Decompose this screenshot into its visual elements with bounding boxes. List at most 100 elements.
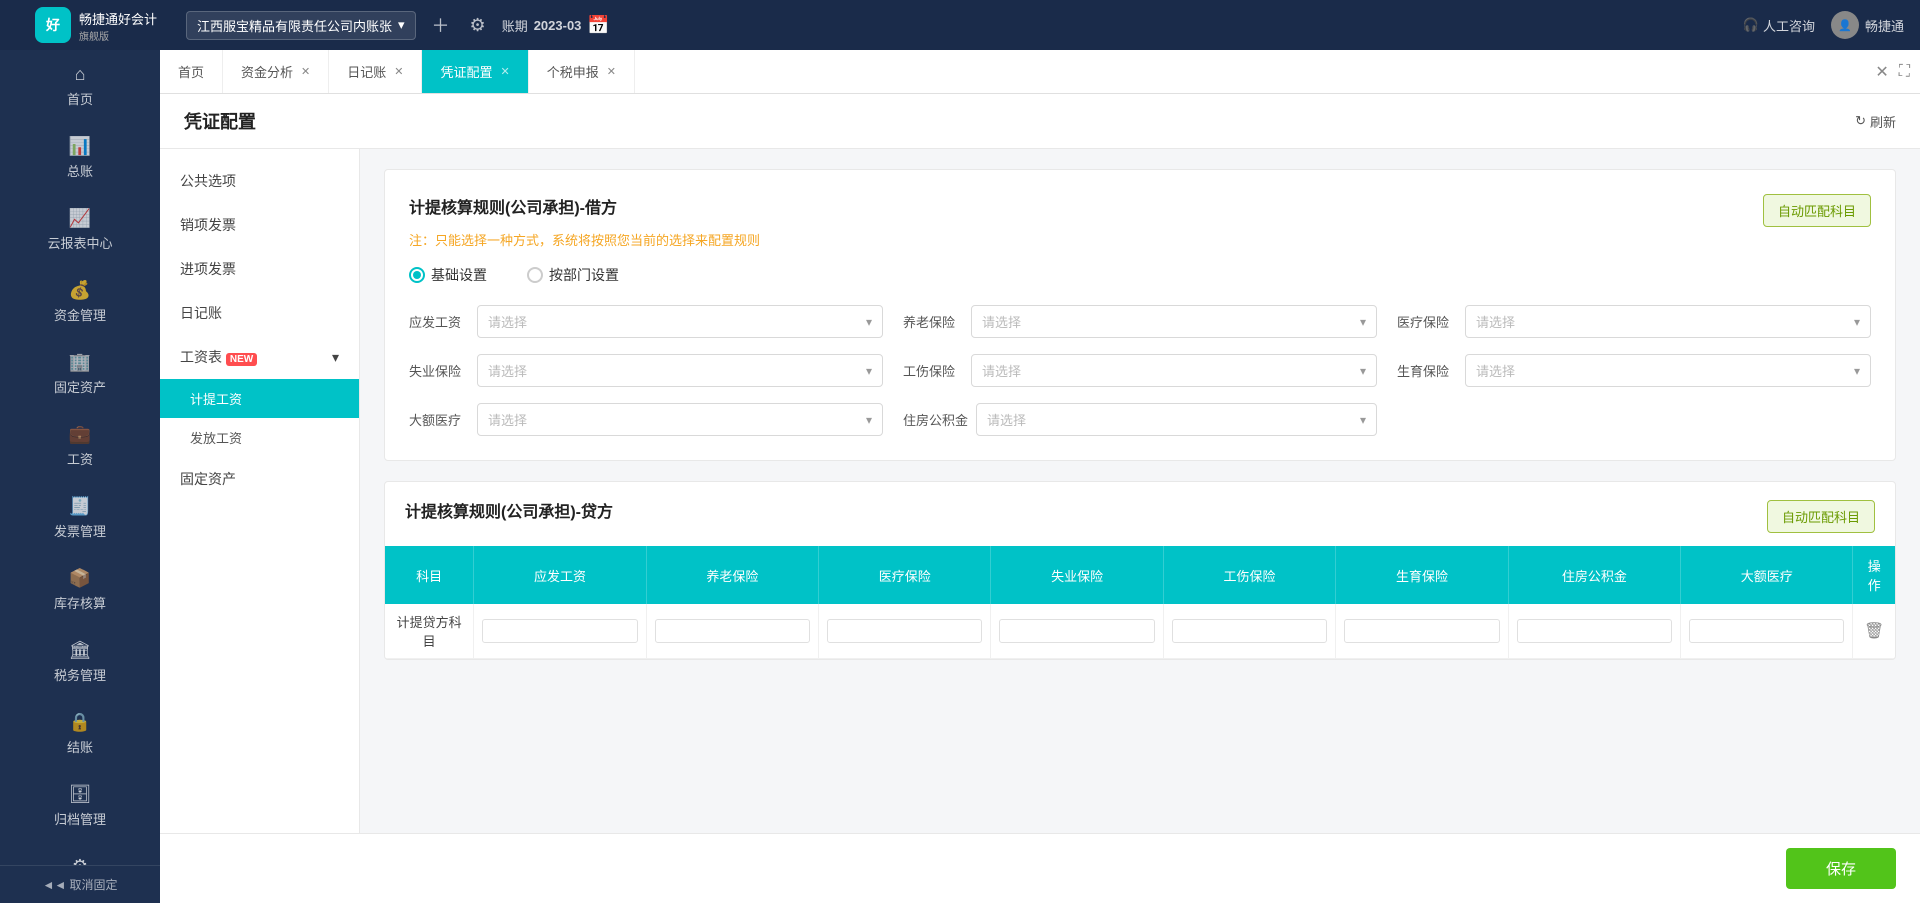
cell-pension[interactable] xyxy=(646,604,818,659)
tab-voucher[interactable]: 凭证配置 ✕ xyxy=(422,50,528,93)
sidebar-item-ledger[interactable]: 📊 总账 xyxy=(0,122,160,194)
collapse-sidebar-button[interactable]: ◄◄ 取消固定 xyxy=(0,865,160,903)
tab-fund-close[interactable]: ✕ xyxy=(301,65,310,78)
cell-maternity[interactable] xyxy=(1336,604,1508,659)
input-salary[interactable] xyxy=(482,619,637,643)
cell-action[interactable]: 🗑 xyxy=(1853,604,1895,659)
content-body: 公共选项 销项发票 进项发票 日记账 工资表 NEW ▾ xyxy=(160,149,1920,833)
field-unemployment: 失业保险 请选择 ▾ xyxy=(409,354,883,387)
save-button[interactable]: 保存 xyxy=(1786,848,1896,889)
tab-fund[interactable]: 资金分析 ✕ xyxy=(223,50,329,93)
radio-dept[interactable]: 按部门设置 xyxy=(527,265,619,285)
cell-salary[interactable] xyxy=(474,604,646,659)
user-area[interactable]: 👤 畅捷通 xyxy=(1831,11,1904,39)
nav-item-public[interactable]: 公共选项 xyxy=(160,159,359,203)
chevron-down-icon: ▾ xyxy=(1360,315,1366,329)
close-all-tabs-button[interactable]: ✕ xyxy=(1875,62,1888,82)
field-salary: 应发工资 请选择 ▾ xyxy=(409,305,883,338)
cell-work-injury[interactable] xyxy=(1163,604,1335,659)
sidebar-item-closing[interactable]: 🔒 结账 xyxy=(0,698,160,770)
calendar-icon[interactable]: 📅 xyxy=(587,15,609,36)
tab-home[interactable]: 首页 xyxy=(160,50,223,93)
tab-tax[interactable]: 个税申报 ✕ xyxy=(529,50,635,93)
field-work-injury-select[interactable]: 请选择 ▾ xyxy=(971,354,1377,387)
company-select[interactable]: 江西服宝精品有限责任公司内账张 ▾ xyxy=(186,11,416,40)
field-salary-label: 应发工资 xyxy=(409,312,469,331)
input-maternity[interactable] xyxy=(1344,619,1499,643)
content-area: 凭证配置 ↻ 刷新 公共选项 销项发票 进项发票 xyxy=(160,94,1920,903)
sidebar-item-salary[interactable]: 💼 工资 xyxy=(0,410,160,482)
sidebar-item-inventory[interactable]: 📦 库存核算 xyxy=(0,554,160,626)
cell-medical[interactable] xyxy=(819,604,991,659)
field-work-injury-label: 工伤保险 xyxy=(903,361,963,380)
nav-item-pay-salary[interactable]: 发放工资 xyxy=(160,418,359,457)
field-maternity-select[interactable]: 请选择 ▾ xyxy=(1465,354,1871,387)
debit-auto-match-button[interactable]: 自动匹配科目 xyxy=(1763,194,1871,227)
expand-tab-button[interactable]: ⛶ xyxy=(1899,63,1910,81)
field-medical: 医疗保险 请选择 ▾ xyxy=(1397,305,1871,338)
tab-journal[interactable]: 日记账 ✕ xyxy=(329,50,422,93)
cell-unemployment[interactable] xyxy=(991,604,1163,659)
sidebar-item-reports[interactable]: 📈 云报表中心 xyxy=(0,194,160,266)
chevron-down-icon: ▾ xyxy=(866,413,872,427)
settings-icon[interactable]: ⚙ xyxy=(466,11,490,40)
chevron-down-icon: ▾ xyxy=(866,315,872,329)
add-button[interactable]: ＋ xyxy=(428,8,454,42)
service-button[interactable]: 🎧 人工咨询 xyxy=(1743,16,1815,35)
chevron-down-icon: ▾ xyxy=(1360,413,1366,427)
nav-item-journal[interactable]: 日记账 xyxy=(160,291,359,335)
field-unemployment-select[interactable]: 请选择 ▾ xyxy=(477,354,883,387)
service-label: 人工咨询 xyxy=(1763,16,1815,35)
nav-item-salary-table[interactable]: 工资表 NEW ▾ xyxy=(160,335,359,379)
field-salary-select[interactable]: 请选择 ▾ xyxy=(477,305,883,338)
input-unemployment[interactable] xyxy=(999,619,1154,643)
sidebar-item-invoice[interactable]: 🧾 发票管理 xyxy=(0,482,160,554)
sidebar-item-fund[interactable]: 💰 资金管理 xyxy=(0,266,160,338)
sidebar-item-archive[interactable]: 🗄 归档管理 xyxy=(0,770,160,842)
sidebar-item-label: 首页 xyxy=(67,89,93,108)
field-housing-fund-select[interactable]: 请选择 ▾ xyxy=(976,403,1377,436)
sidebar-item-home[interactable]: ⌂ 首页 xyxy=(0,50,160,122)
notice-text: 注：只能选择一种方式，系统将按照您当前的选择来配置规则 xyxy=(409,230,760,249)
cell-housing-fund[interactable] xyxy=(1508,604,1680,659)
input-pension[interactable] xyxy=(655,619,810,643)
user-name: 畅捷通 xyxy=(1865,16,1904,35)
sidebar-item-fixed-asset[interactable]: 🏢 固定资产 xyxy=(0,338,160,410)
nav-item-sales[interactable]: 销项发票 xyxy=(160,203,359,247)
field-large-medical-select[interactable]: 请选择 ▾ xyxy=(477,403,883,436)
fund-icon: 💰 xyxy=(69,280,91,301)
closing-icon: 🔒 xyxy=(69,712,91,733)
company-name: 江西服宝精品有限责任公司内账张 xyxy=(197,16,392,35)
tab-voucher-close[interactable]: ✕ xyxy=(501,65,510,78)
field-medical-label: 医疗保险 xyxy=(1397,312,1457,331)
nav-item-purchase[interactable]: 进项发票 xyxy=(160,247,359,291)
nav-item-advance-salary[interactable]: 计提工资 xyxy=(160,379,359,418)
tab-journal-close[interactable]: ✕ xyxy=(394,65,403,78)
page-header: 凭证配置 ↻ 刷新 xyxy=(160,94,1920,149)
refresh-button[interactable]: ↻ 刷新 xyxy=(1855,112,1896,131)
cell-large-medical[interactable] xyxy=(1681,604,1853,659)
tab-tax-close[interactable]: ✕ xyxy=(607,65,616,78)
input-medical[interactable] xyxy=(827,619,982,643)
field-pension-select[interactable]: 请选择 ▾ xyxy=(971,305,1377,338)
credit-auto-match-button[interactable]: 自动匹配科目 xyxy=(1767,500,1875,533)
input-work-injury[interactable] xyxy=(1172,619,1327,643)
debit-section-title: 计提核算规则(公司承担)-借方 xyxy=(409,194,760,218)
ledger-icon: 📊 xyxy=(69,136,91,157)
field-medical-select[interactable]: 请选择 ▾ xyxy=(1465,305,1871,338)
nav-item-fixed-asset[interactable]: 固定资产 xyxy=(160,457,359,501)
chevron-down-icon: ▾ xyxy=(1360,364,1366,378)
input-large-medical[interactable] xyxy=(1689,619,1844,643)
radio-group: 基础设置 按部门设置 xyxy=(409,265,1871,285)
sidebar-item-tax[interactable]: 🏛 税务管理 xyxy=(0,626,160,698)
col-salary: 应发工资 xyxy=(474,546,646,604)
inventory-icon: 📦 xyxy=(69,568,91,589)
field-large-medical-label: 大额医疗 xyxy=(409,410,469,429)
col-subject: 科目 xyxy=(385,546,474,604)
input-housing-fund[interactable] xyxy=(1517,619,1672,643)
period-area: 账期 2023-03 📅 xyxy=(502,15,610,36)
top-header: 好 畅捷通好会计 旗舰版 江西服宝精品有限责任公司内账张 ▾ ＋ ⚙ 账期 20… xyxy=(0,0,1920,50)
col-medical: 医疗保险 xyxy=(819,546,991,604)
radio-basic[interactable]: 基础设置 xyxy=(409,265,487,285)
delete-row-button[interactable]: 🗑 xyxy=(1864,623,1884,640)
